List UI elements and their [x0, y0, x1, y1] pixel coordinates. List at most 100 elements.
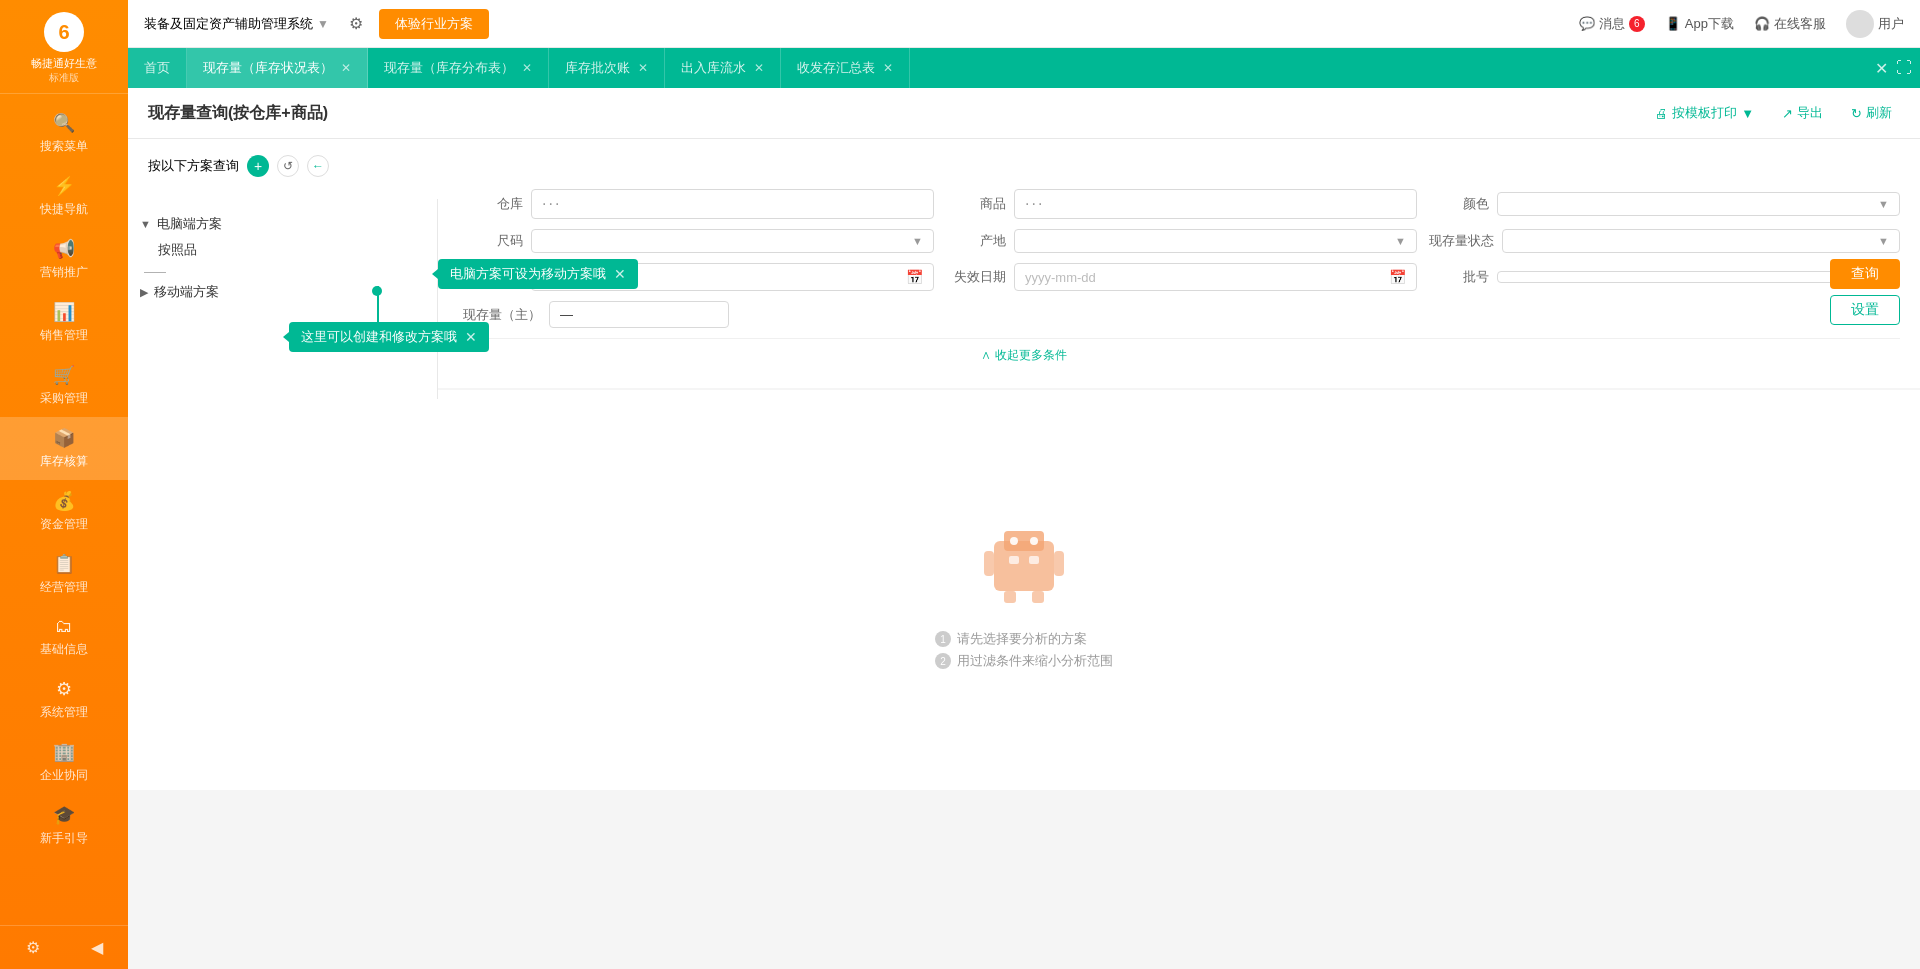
exp-date-cal-icon: 📅 [1389, 269, 1406, 285]
tab-inventory-dist[interactable]: 现存量（库存分布表） ✕ [368, 48, 549, 88]
scheme-group-mobile[interactable]: ▶ 移动端方案 [128, 279, 437, 305]
tab-inventory-dist-label: 现存量（库存分布表） [384, 59, 514, 77]
search-icon: 🔍 [53, 112, 75, 134]
scheme-item-goods-label: 按照品 [158, 241, 197, 259]
tab-close-inout[interactable]: ✕ [754, 61, 764, 75]
query-button[interactable]: 查询 [1830, 259, 1900, 289]
color-label: 颜色 [1429, 195, 1489, 213]
exp-date-input[interactable]: yyyy-mm-dd 📅 [1014, 263, 1417, 291]
scheme-tree: ▼ 电脑端方案 按照品 —— ▶ 移动端方案 [128, 211, 437, 317]
stock-main-input[interactable]: — [549, 301, 729, 328]
stock-main-dash: — [560, 307, 573, 322]
message-item[interactable]: 💬 消息 6 [1579, 15, 1645, 33]
tooltip-create-scheme: 这里可以创建和修改方案哦 ✕ [289, 322, 489, 352]
marketing-icon: 📢 [53, 238, 75, 260]
sidebar-label-inventory: 库存核算 [40, 453, 88, 470]
sidebar-item-enterprise[interactable]: 🏢 企业协同 [0, 731, 128, 794]
sidebar-item-system[interactable]: ⚙ 系统管理 [0, 668, 128, 731]
collapse-footer-icon[interactable]: ◀ [91, 938, 103, 957]
sidebar-item-finance[interactable]: 💰 资金管理 [0, 480, 128, 543]
system-selector[interactable]: 装备及固定资产辅助管理系统 ▼ [144, 15, 329, 33]
sidebar-label-search: 搜索菜单 [40, 138, 88, 155]
sidebar-label-base: 基础信息 [40, 641, 88, 658]
scheme-item-goods[interactable]: 按照品 [128, 237, 437, 263]
message-icon: 💬 [1579, 16, 1595, 31]
tab-collect[interactable]: 收发存汇总表 ✕ [781, 48, 910, 88]
tooltip2-close-button[interactable]: ✕ [465, 329, 477, 345]
tooltip2-text: 这里可以创建和修改方案哦 [301, 328, 457, 346]
svg-rect-5 [1029, 556, 1039, 564]
sidebar-item-marketing[interactable]: 📢 营销推广 [0, 228, 128, 291]
tab-expand-icon[interactable]: ⛶ [1896, 59, 1912, 77]
header-settings-icon[interactable]: ⚙ [349, 14, 363, 33]
filter-add-button[interactable]: + [247, 155, 269, 177]
size-input[interactable]: ▼ [531, 229, 934, 253]
origin-input[interactable]: ▼ [1014, 229, 1417, 253]
trial-button[interactable]: 体验行业方案 [379, 9, 489, 39]
empty-tip-2: 2 用过滤条件来缩小分析范围 [935, 652, 1113, 670]
page-title: 现存量查询(按仓库+商品) [148, 103, 328, 124]
filter-title: 按以下方案查询 [148, 157, 239, 175]
empty-tip-1: 1 请先选择要分析的方案 [935, 630, 1113, 648]
svg-point-3 [1030, 537, 1038, 545]
origin-label: 产地 [946, 232, 1006, 250]
support-item[interactable]: 🎧 在线客服 [1754, 15, 1826, 33]
sidebar-item-purchase[interactable]: 🛒 采购管理 [0, 354, 128, 417]
app-download-item[interactable]: 📱 App下载 [1665, 15, 1734, 33]
empty-state-container: 1 请先选择要分析的方案 2 用过滤条件来缩小分析范围 [128, 390, 1920, 790]
tab-inout-label: 出入库流水 [681, 59, 746, 77]
tab-home[interactable]: 首页 [128, 48, 187, 88]
purchase-icon: 🛒 [53, 364, 75, 386]
display-setting-button[interactable]: 设置 [1830, 295, 1900, 325]
warehouse-input[interactable]: ··· [531, 189, 934, 219]
export-button[interactable]: ↗ 导出 [1774, 100, 1831, 126]
sidebar-item-search[interactable]: 🔍 搜索菜单 [0, 102, 128, 165]
goods-dots: ··· [1025, 195, 1044, 213]
sidebar-item-inventory[interactable]: 📦 库存核算 [0, 417, 128, 480]
tab-close-all-icon[interactable]: ✕ [1875, 59, 1888, 78]
color-field: 颜色 ▼ [1429, 189, 1900, 219]
origin-field: 产地 ▼ [946, 229, 1417, 253]
empty-tips-list: 1 请先选择要分析的方案 2 用过滤条件来缩小分析范围 [935, 626, 1113, 674]
size-field: 尺码 ▼ [463, 229, 934, 253]
tab-bar: 首页 现存量（库存状况表） ✕ 现存量（库存分布表） ✕ 库存批次账 ✕ 出入库… [128, 48, 1920, 88]
scheme-group-desktop[interactable]: ▼ 电脑端方案 [128, 211, 437, 237]
sidebar-item-sales[interactable]: 📊 销售管理 [0, 291, 128, 354]
refresh-button[interactable]: ↻ 刷新 [1843, 100, 1900, 126]
tab-close-collect[interactable]: ✕ [883, 61, 893, 75]
print-button[interactable]: 🖨 按模板打印 ▼ [1647, 100, 1762, 126]
user-item[interactable]: 用户 [1846, 10, 1904, 38]
message-badge: 6 [1629, 16, 1645, 32]
tab-close-inventory-dist[interactable]: ✕ [522, 61, 532, 75]
sidebar-item-base[interactable]: 🗂 基础信息 [0, 606, 128, 668]
sidebar-item-quick[interactable]: ⚡ 快捷导航 [0, 165, 128, 228]
tab-inventory-status[interactable]: 现存量（库存状况表） ✕ [187, 48, 368, 88]
guide-icon: 🎓 [53, 804, 75, 826]
goods-input[interactable]: ··· [1014, 189, 1417, 219]
tab-bar-end: ✕ ⛶ [1875, 48, 1920, 88]
filter-back-button[interactable]: ← [307, 155, 329, 177]
enterprise-icon: 🏢 [53, 741, 75, 763]
tooltip1-close-button[interactable]: ✕ [614, 266, 626, 282]
empty-illustration [974, 506, 1074, 606]
settings-footer-icon[interactable]: ⚙ [26, 938, 40, 957]
tree-arrow-icon: ▼ [140, 218, 151, 230]
sidebar-label-finance: 资金管理 [40, 516, 88, 533]
sidebar-item-operation[interactable]: 📋 经营管理 [0, 543, 128, 606]
export-label: 导出 [1797, 104, 1823, 122]
print-arrow-icon: ▼ [1741, 106, 1754, 121]
color-dropdown-arrow: ▼ [1878, 198, 1889, 210]
support-label: 在线客服 [1774, 15, 1826, 33]
collapse-label: ∧ 收起更多条件 [981, 348, 1066, 362]
sidebar-label-enterprise: 企业协同 [40, 767, 88, 784]
tab-batch[interactable]: 库存批次账 ✕ [549, 48, 665, 88]
tab-close-inventory-status[interactable]: ✕ [341, 61, 351, 75]
sidebar-item-guide[interactable]: 🎓 新手引导 [0, 794, 128, 857]
color-input[interactable]: ▼ [1497, 192, 1900, 216]
tab-collect-label: 收发存汇总表 [797, 59, 875, 77]
svg-rect-7 [1054, 551, 1064, 576]
tab-close-batch[interactable]: ✕ [638, 61, 648, 75]
stock-status-input[interactable]: ▼ [1502, 229, 1900, 253]
tab-inout[interactable]: 出入库流水 ✕ [665, 48, 781, 88]
filter-refresh-button[interactable]: ↺ [277, 155, 299, 177]
